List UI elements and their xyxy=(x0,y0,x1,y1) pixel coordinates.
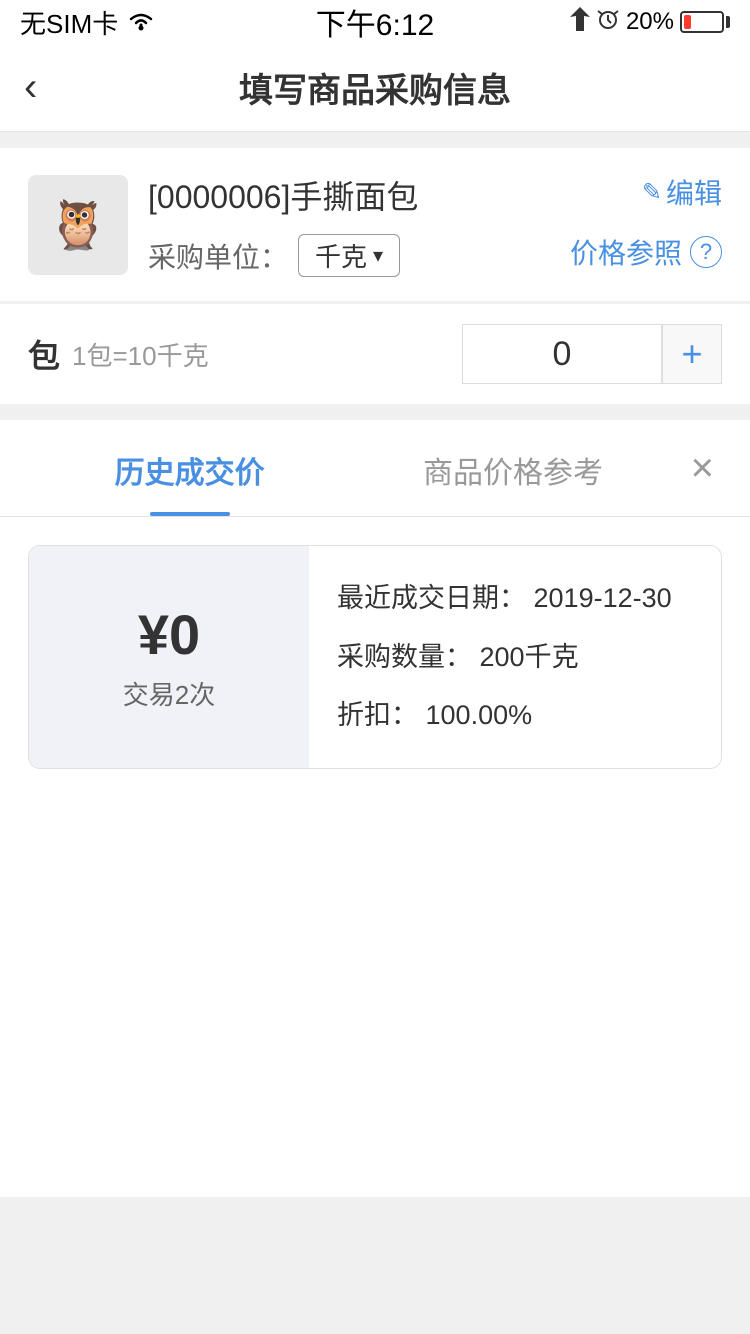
alarm-icon xyxy=(596,7,620,38)
product-thumbnail: 🦉 xyxy=(28,175,128,275)
recent-date-value: 2019-12-30 xyxy=(534,583,672,613)
status-time: 下午6:12 xyxy=(316,0,434,44)
price-ref-button[interactable]: 价格参照 ? xyxy=(570,232,722,272)
quantity-detail-label: 采购数量： xyxy=(337,642,472,672)
purchase-quantity-row: 采购数量： 200千克 xyxy=(337,637,693,678)
transaction-count: 交易2次 xyxy=(123,675,215,712)
discount-label: 折扣： xyxy=(337,700,418,730)
page-header: ‹ 填写商品采购信息 xyxy=(0,44,750,132)
discount-row: 折扣： 100.00% xyxy=(337,695,693,736)
transaction-summary: ¥0 交易2次 xyxy=(29,546,309,768)
tab-history-price[interactable]: 历史成交价 xyxy=(28,420,351,516)
transaction-price: ¥0 xyxy=(138,602,200,667)
product-info: [0000006]手撕面包 采购单位： 千克 ▾ xyxy=(148,172,418,277)
help-icon[interactable]: ? xyxy=(690,236,722,268)
quantity-detail-value: 200千克 xyxy=(480,642,579,672)
status-left: 无SIM卡 xyxy=(20,4,156,41)
chevron-down-icon: ▾ xyxy=(373,243,383,268)
wifi-icon xyxy=(126,7,156,38)
transaction-list: ¥0 交易2次 最近成交日期： 2019-12-30 采购数量： 200千克 折… xyxy=(0,517,750,797)
product-unit-row: 采购单位： 千克 ▾ xyxy=(148,234,418,277)
tab-price-ref[interactable]: 商品价格参考 xyxy=(351,420,674,516)
carrier-text: 无SIM卡 xyxy=(20,4,118,41)
edit-button[interactable]: ✎ 编辑 xyxy=(642,172,722,212)
tabs-panel: 历史成交价 商品价格参考 × ¥0 交易2次 最近成交日期： 2019-12-3… xyxy=(0,420,750,797)
package-label: 包 xyxy=(28,331,60,377)
transaction-card: ¥0 交易2次 最近成交日期： 2019-12-30 采购数量： 200千克 折… xyxy=(28,545,722,769)
recent-date-row: 最近成交日期： 2019-12-30 xyxy=(337,578,693,619)
increment-button[interactable]: + xyxy=(662,324,722,384)
bottom-area xyxy=(0,797,750,1197)
battery-percent: 20% xyxy=(626,8,674,36)
unit-label: 采购单位： xyxy=(148,236,288,276)
tabs-header: 历史成交价 商品价格参考 × xyxy=(0,420,750,517)
quantity-row: 包 1包=10千克 + xyxy=(0,303,750,404)
product-name: [0000006]手撕面包 xyxy=(148,172,418,218)
unit-dropdown[interactable]: 千克 ▾ xyxy=(298,234,400,277)
back-button[interactable]: ‹ xyxy=(24,65,37,110)
conversion-label: 1包=10千克 xyxy=(72,336,209,373)
battery-icon xyxy=(680,11,730,33)
page-title: 填写商品采购信息 xyxy=(239,63,511,112)
recent-date-label: 最近成交日期： xyxy=(337,583,526,613)
discount-value: 100.00% xyxy=(426,700,533,730)
status-bar: 无SIM卡 下午6:12 20% xyxy=(0,0,750,44)
close-button[interactable]: × xyxy=(683,446,722,491)
product-card: 🦉 [0000006]手撕面包 采购单位： 千克 ▾ ✎ 编辑 xyxy=(0,148,750,301)
quantity-input[interactable] xyxy=(462,324,662,384)
quantity-controls: + xyxy=(462,324,722,384)
transaction-details: 最近成交日期： 2019-12-30 采购数量： 200千克 折扣： 100.0… xyxy=(309,546,721,768)
product-top: 🦉 [0000006]手撕面包 采购单位： 千克 ▾ ✎ 编辑 xyxy=(28,172,722,277)
product-left: 🦉 [0000006]手撕面包 采购单位： 千克 ▾ xyxy=(28,172,418,277)
edit-icon: ✎ xyxy=(642,178,662,207)
thumbnail-icon: 🦉 xyxy=(48,196,108,253)
location-icon xyxy=(570,7,590,38)
quantity-label: 包 1包=10千克 xyxy=(28,331,209,377)
price-ref-label: 价格参照 xyxy=(570,232,682,272)
unit-value: 千克 xyxy=(315,237,367,274)
status-right: 20% xyxy=(570,7,730,38)
